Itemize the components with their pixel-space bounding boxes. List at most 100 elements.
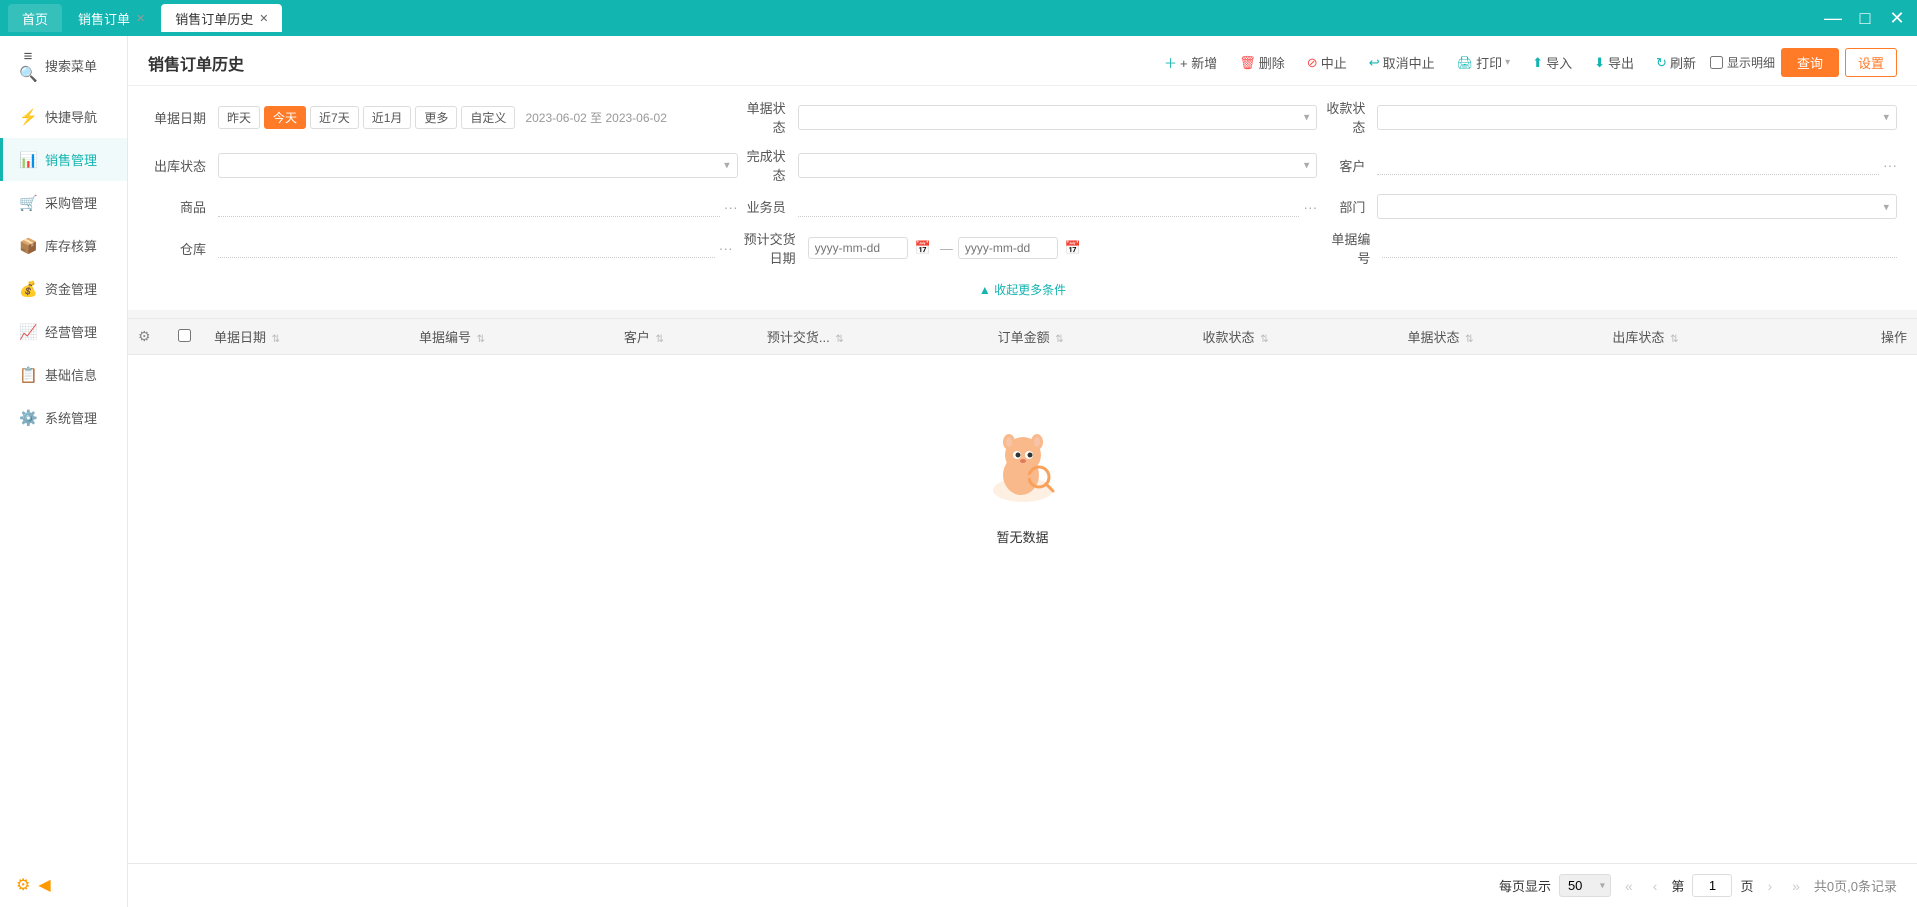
tab-sales-order[interactable]: 销售订单 ✕ bbox=[64, 4, 159, 32]
empty-text: 暂无数据 bbox=[996, 527, 1048, 546]
th-delivery-date: 预计交货... ⇅ bbox=[757, 319, 988, 355]
date-1month-btn[interactable]: 近1月 bbox=[363, 106, 412, 129]
th-warehouse-status-sort[interactable]: ⇅ bbox=[1670, 334, 1678, 345]
th-warehouse-status-label: 出库状态 bbox=[1612, 330, 1664, 345]
first-page-button[interactable]: « bbox=[1619, 876, 1639, 896]
goods-label: 商品 bbox=[148, 197, 218, 216]
date-7days-btn[interactable]: 近7天 bbox=[310, 106, 359, 129]
delivery-date-from[interactable] bbox=[808, 237, 908, 259]
export-icon: ⬇ bbox=[1594, 55, 1605, 71]
total-info: 共0页,0条记录 bbox=[1814, 876, 1897, 895]
collapse-label: ▲ 收起更多条件 bbox=[979, 283, 1066, 297]
sidebar-item-sales-mgmt[interactable]: 📊 销售管理 bbox=[0, 138, 127, 181]
tab-sales-history-label: 销售订单历史 bbox=[175, 9, 253, 28]
refresh-icon: ↻ bbox=[1656, 55, 1667, 71]
order-number-input[interactable] bbox=[1382, 238, 1897, 258]
th-delivery-date-sort[interactable]: ⇅ bbox=[835, 334, 843, 345]
th-action-label: 操作 bbox=[1881, 330, 1907, 345]
cancel-stop-button[interactable]: ↩ 取消中止 bbox=[1361, 49, 1443, 76]
sidebar-item-search-menu[interactable]: ≡🔍 搜索菜单 bbox=[0, 36, 127, 95]
page-label-suffix: 页 bbox=[1740, 876, 1753, 895]
close-button[interactable]: ✕ bbox=[1885, 6, 1909, 30]
goods-ellipsis[interactable]: ··· bbox=[724, 199, 738, 215]
sidebar-item-search-menu-label: 搜索菜单 bbox=[45, 56, 97, 75]
th-number-sort[interactable]: ⇅ bbox=[477, 334, 485, 345]
per-page-label: 每页显示 bbox=[1499, 876, 1551, 895]
date-today-btn[interactable]: 今天 bbox=[264, 106, 306, 129]
table-settings-button[interactable]: ⚙ bbox=[138, 328, 151, 345]
sidebar-item-base-info[interactable]: 📋 基础信息 bbox=[0, 353, 127, 396]
customer-ellipsis[interactable]: ··· bbox=[1883, 157, 1897, 173]
th-order-status: 单据状态 ⇅ bbox=[1397, 319, 1602, 355]
sidebar-item-operations[interactable]: 📈 经营管理 bbox=[0, 310, 127, 353]
next-page-button[interactable]: › bbox=[1761, 876, 1778, 896]
new-icon: ＋ bbox=[1164, 53, 1177, 72]
warehouse-status-select[interactable] bbox=[218, 153, 738, 178]
stop-button[interactable]: ⊘ 中止 bbox=[1299, 49, 1355, 76]
delivery-date-to[interactable] bbox=[958, 237, 1058, 259]
export-button[interactable]: ⬇ 导出 bbox=[1586, 49, 1642, 76]
salesperson-input[interactable] bbox=[798, 197, 1300, 217]
date-range-btns: 昨天 今天 近7天 近1月 更多 自定义 bbox=[218, 106, 515, 129]
select-all-checkbox[interactable] bbox=[178, 329, 191, 342]
th-number-label: 单据编号 bbox=[419, 330, 471, 345]
sidebar-item-purchase-mgmt[interactable]: 🛒 采购管理 bbox=[0, 181, 127, 224]
th-date-label: 单据日期 bbox=[214, 330, 266, 345]
th-amount: 订单金额 ⇅ bbox=[988, 319, 1193, 355]
delete-button[interactable]: 🗑 删除 bbox=[1231, 49, 1293, 76]
import-icon: ⬆ bbox=[1532, 55, 1543, 71]
salesperson-ellipsis[interactable]: ··· bbox=[1303, 199, 1317, 215]
settings-button[interactable]: 设置 bbox=[1845, 48, 1897, 77]
sidebar-item-inventory[interactable]: 📦 库存核算 bbox=[0, 224, 127, 267]
filter-row-2: 出库状态 完成状态 客户 bbox=[148, 146, 1897, 184]
date-custom-btn[interactable]: 自定义 bbox=[461, 106, 515, 129]
minimize-button[interactable]: — bbox=[1821, 6, 1845, 30]
th-customer-sort[interactable]: ⇅ bbox=[656, 334, 664, 345]
refresh-button[interactable]: ↻ 刷新 bbox=[1648, 49, 1704, 76]
th-payment-status-label: 收款状态 bbox=[1203, 330, 1255, 345]
per-page-select[interactable]: 50 10 20 100 bbox=[1559, 874, 1611, 897]
delivery-date-from-calendar-icon[interactable]: 📅 bbox=[915, 240, 931, 256]
toolbar: ＋ + 新增 🗑 删除 ⊘ 中止 ↩ 取消中止 🖨 打印 bbox=[1156, 48, 1897, 77]
sidebar-settings-button[interactable]: ⚙ bbox=[16, 875, 30, 895]
date-more-btn[interactable]: 更多 bbox=[415, 106, 457, 129]
display-detail-checkbox[interactable] bbox=[1710, 56, 1723, 69]
completion-status-label: 完成状态 bbox=[738, 146, 798, 184]
page-number-input[interactable] bbox=[1692, 874, 1732, 897]
import-button[interactable]: ⬆ 导入 bbox=[1524, 49, 1580, 76]
goods-input[interactable] bbox=[218, 197, 720, 217]
sidebar-collapse-button[interactable]: ◀ bbox=[38, 875, 50, 895]
order-status-select[interactable] bbox=[798, 105, 1318, 130]
date-yesterday-btn[interactable]: 昨天 bbox=[218, 106, 260, 129]
print-button[interactable]: 🖨 打印 ▾ bbox=[1449, 49, 1519, 76]
sidebar-item-sys-mgmt[interactable]: ⚙️ 系统管理 bbox=[0, 396, 127, 439]
sales-mgmt-icon: 📊 bbox=[19, 151, 37, 169]
completion-status-select[interactable] bbox=[798, 153, 1318, 178]
last-page-button[interactable]: » bbox=[1786, 876, 1806, 896]
th-amount-sort[interactable]: ⇅ bbox=[1055, 334, 1063, 345]
payment-status-select[interactable] bbox=[1377, 105, 1897, 130]
base-info-icon: 📋 bbox=[19, 366, 37, 384]
date-label: 单据日期 bbox=[148, 108, 218, 127]
sidebar-item-quick-nav[interactable]: ⚡ 快捷导航 bbox=[0, 95, 127, 138]
tab-sales-history-close[interactable]: ✕ bbox=[259, 12, 268, 25]
table-section: ⚙ 单据日期 ⇅ 单据编号 ⇅ bbox=[128, 318, 1917, 863]
display-detail-label[interactable]: 显示明细 bbox=[1710, 54, 1775, 71]
th-date-sort[interactable]: ⇅ bbox=[272, 334, 280, 345]
query-button[interactable]: 查询 bbox=[1781, 48, 1839, 77]
prev-page-button[interactable]: ‹ bbox=[1647, 876, 1664, 896]
new-button[interactable]: ＋ + 新增 bbox=[1156, 49, 1225, 76]
department-select[interactable] bbox=[1377, 194, 1897, 219]
sidebar-item-finance[interactable]: 💰 资金管理 bbox=[0, 267, 127, 310]
collapse-filter-row[interactable]: ▲ 收起更多条件 bbox=[148, 277, 1897, 298]
tab-home[interactable]: 首页 bbox=[8, 4, 62, 32]
tab-sales-history[interactable]: 销售订单历史 ✕ bbox=[161, 4, 282, 32]
th-order-status-sort[interactable]: ⇅ bbox=[1465, 334, 1473, 345]
customer-input[interactable] bbox=[1377, 155, 1879, 175]
warehouse-input[interactable] bbox=[218, 238, 715, 258]
delivery-date-to-calendar-icon[interactable]: 📅 bbox=[1065, 240, 1081, 256]
maximize-button[interactable]: □ bbox=[1853, 6, 1877, 30]
tab-sales-order-close[interactable]: ✕ bbox=[136, 12, 145, 25]
warehouse-ellipsis[interactable]: ··· bbox=[719, 240, 733, 256]
th-payment-status-sort[interactable]: ⇅ bbox=[1260, 334, 1268, 345]
